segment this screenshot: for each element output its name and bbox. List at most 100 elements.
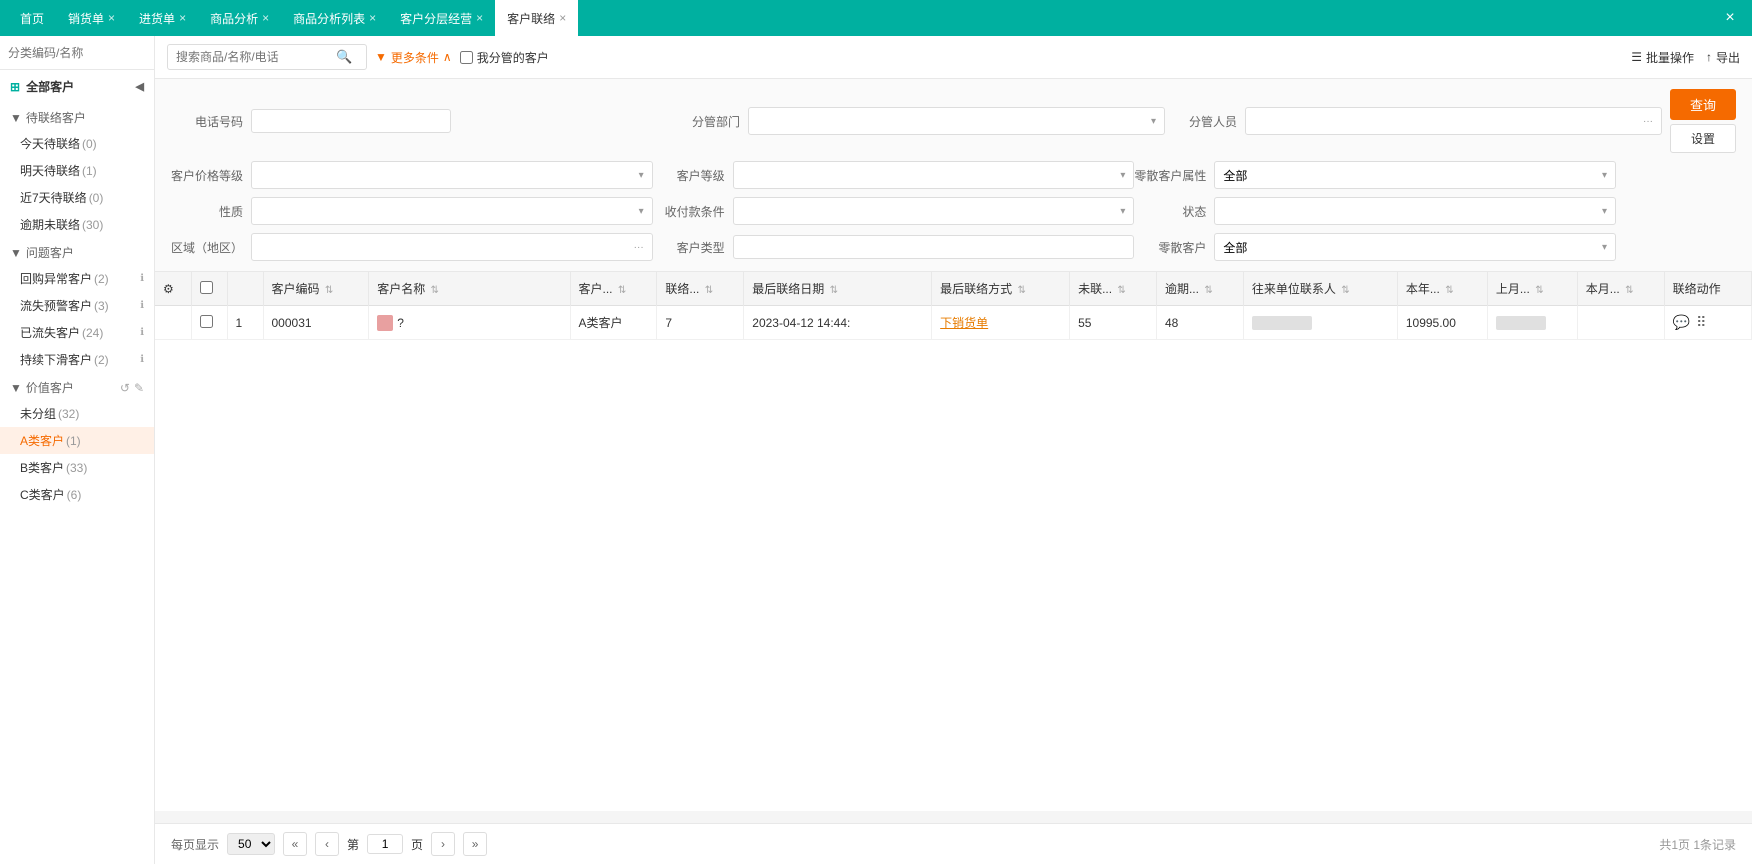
value-customer-group: ▼ 价值客户 ↺ ✎ bbox=[0, 373, 154, 400]
first-page-button[interactable]: « bbox=[283, 832, 307, 856]
filter-cell-phone: 电话号码 bbox=[171, 109, 668, 133]
row-index-cell: 1 bbox=[227, 306, 263, 340]
nav-customer-contact[interactable]: 客户联络 × bbox=[495, 0, 578, 36]
sidebar-item-class-c[interactable]: C类客户 (6) bbox=[0, 481, 154, 508]
nav-purchase[interactable]: 进货单 × bbox=[127, 0, 198, 36]
sidebar-item-tomorrow-pending[interactable]: 明天待联络 (1) bbox=[0, 157, 154, 184]
close-purchase-tab[interactable]: × bbox=[179, 11, 186, 25]
sidebar-item-class-b[interactable]: B类客户 (33) bbox=[0, 454, 154, 481]
filter-cell-customer-type: 客户类型 bbox=[653, 235, 1135, 259]
nav-customer-segment[interactable]: 客户分层经营 × bbox=[388, 0, 495, 36]
query-button[interactable]: 查询 bbox=[1670, 89, 1736, 120]
close-product-analysis-tab[interactable]: × bbox=[262, 11, 269, 25]
sort-lastdate-icon[interactable]: ⇅ bbox=[830, 285, 838, 296]
filter-icon: ▼ bbox=[375, 50, 387, 64]
sort-type-icon[interactable]: ⇅ bbox=[618, 285, 626, 296]
page-number-input[interactable] bbox=[367, 834, 403, 854]
edit-icon[interactable]: ✎ bbox=[134, 381, 144, 395]
col-last-date: 最后联络日期 ⇅ bbox=[744, 272, 932, 306]
close-window-button[interactable]: × bbox=[1716, 4, 1744, 32]
phone-input[interactable] bbox=[251, 109, 451, 133]
page-size-select[interactable]: 50 bbox=[227, 833, 275, 855]
nav-sales[interactable]: 销货单 × bbox=[56, 0, 127, 36]
nav-product-list[interactable]: 商品分析列表 × bbox=[281, 0, 388, 36]
action-chat-icon[interactable]: 💬 bbox=[1673, 314, 1690, 331]
sort-thismonth-icon[interactable]: ⇅ bbox=[1625, 285, 1633, 296]
close-sales-tab[interactable]: × bbox=[108, 11, 115, 25]
my-customers-checkbox-label[interactable]: 我分管的客户 bbox=[460, 49, 549, 66]
sort-unitcontact-icon[interactable]: ⇅ bbox=[1341, 285, 1349, 296]
payment-select[interactable]: ▾ bbox=[733, 197, 1135, 225]
sidebar-item-repurchase-anomaly[interactable]: 回购异常客户 (2) ℹ bbox=[0, 265, 154, 292]
sort-code-icon[interactable]: ⇅ bbox=[325, 285, 333, 296]
row-settings-cell bbox=[155, 306, 191, 340]
select-all-checkbox[interactable] bbox=[200, 281, 213, 294]
sort-nocontact-icon[interactable]: ⇅ bbox=[1117, 285, 1125, 296]
row-lastdate-cell: 2023-04-12 14:44: bbox=[744, 306, 932, 340]
dept-select[interactable]: ▾ bbox=[748, 107, 1165, 135]
toolbar: 🔍 ▼ 更多条件 ∧ 我分管的客户 ☰ 批量操作 ↑ 导出 bbox=[155, 36, 1752, 79]
more-filters-button[interactable]: ▼ 更多条件 ∧ bbox=[375, 49, 452, 66]
settings-button[interactable]: 设置 bbox=[1670, 124, 1736, 153]
close-customer-segment-tab[interactable]: × bbox=[476, 11, 483, 25]
region-label: 区域（地区） bbox=[171, 239, 243, 256]
filter-form: 电话号码 分管部门 ▾ 分管人员 ··· bbox=[155, 79, 1752, 272]
filter-cell-retail-customer: 零散客户 全部 ▾ bbox=[1134, 233, 1616, 261]
prev-page-button[interactable]: ‹ bbox=[315, 832, 339, 856]
my-customers-checkbox[interactable] bbox=[460, 51, 473, 64]
main-search-input[interactable] bbox=[176, 50, 336, 64]
value-group-actions: ↺ ✎ bbox=[120, 381, 144, 395]
sidebar-item-overdue[interactable]: 逾期未联络 (30) bbox=[0, 211, 154, 238]
person-select[interactable]: ··· bbox=[1245, 107, 1662, 135]
sort-contact-icon[interactable]: ⇅ bbox=[705, 285, 713, 296]
batch-operation-button[interactable]: ☰ 批量操作 bbox=[1631, 49, 1694, 66]
sidebar-item-7days-pending[interactable]: 近7天待联络 (0) bbox=[0, 184, 154, 211]
nav-product-analysis[interactable]: 商品分析 × bbox=[198, 0, 281, 36]
region-dots-icon: ··· bbox=[634, 242, 644, 253]
sidebar-item-unclassified[interactable]: 未分组 (32) bbox=[0, 400, 154, 427]
close-product-list-tab[interactable]: × bbox=[369, 11, 376, 25]
sort-thisyear-icon[interactable]: ⇅ bbox=[1445, 285, 1453, 296]
info-icon-2: ℹ bbox=[140, 300, 144, 311]
main-search-box: 🔍 bbox=[167, 44, 367, 70]
row-checkbox[interactable] bbox=[200, 315, 213, 328]
action-more-icon[interactable]: ⠿ bbox=[1696, 314, 1706, 331]
price-level-select[interactable]: ▾ bbox=[251, 161, 653, 189]
refresh-icon[interactable]: ↺ bbox=[120, 381, 130, 395]
status-select[interactable]: ▾ bbox=[1214, 197, 1616, 225]
sidebar-item-today-pending[interactable]: 今天待联络 (0) bbox=[0, 130, 154, 157]
filter-cell-customer-level: 客户等级 ▾ bbox=[653, 161, 1135, 189]
all-customers-header[interactable]: ⊞ 全部客户 ◀ bbox=[0, 70, 154, 103]
table-header-row: ⚙ 客户编码 ⇅ 客户名称 ⇅ bbox=[155, 272, 1752, 306]
export-button[interactable]: ↑ 导出 bbox=[1706, 49, 1740, 66]
horizontal-scrollbar[interactable] bbox=[155, 811, 1752, 823]
row-overdue-cell: 48 bbox=[1156, 306, 1243, 340]
sort-lastmethod-icon[interactable]: ⇅ bbox=[1018, 285, 1026, 296]
region-select[interactable]: ··· bbox=[251, 233, 653, 261]
last-page-button[interactable]: » bbox=[463, 832, 487, 856]
nav-home[interactable]: 首页 bbox=[8, 0, 56, 36]
nature-select[interactable]: ▾ bbox=[251, 197, 653, 225]
retail-customer-select[interactable]: 全部 ▾ bbox=[1214, 233, 1616, 261]
next-page-button[interactable]: › bbox=[431, 832, 455, 856]
sort-lastmonth-icon[interactable]: ⇅ bbox=[1535, 285, 1543, 296]
sidebar-item-declining[interactable]: 持续下滑客户 (2) ℹ bbox=[0, 346, 154, 373]
main-search-icon[interactable]: 🔍 bbox=[336, 49, 352, 65]
row-contact-cell: 7 bbox=[657, 306, 744, 340]
table-settings-icon[interactable]: ⚙ bbox=[163, 282, 174, 296]
retail-attr-select[interactable]: 全部 ▾ bbox=[1214, 161, 1616, 189]
sidebar-item-class-a[interactable]: A类客户 (1) bbox=[0, 427, 154, 454]
customer-type-label: 客户类型 bbox=[653, 239, 725, 256]
customer-type-input[interactable] bbox=[733, 235, 1135, 259]
close-customer-contact-tab[interactable]: × bbox=[559, 11, 566, 25]
sidebar-item-churned[interactable]: 已流失客户 (24) ℹ bbox=[0, 319, 154, 346]
customer-level-select[interactable]: ▾ bbox=[733, 161, 1135, 189]
sort-name-icon[interactable]: ⇅ bbox=[431, 285, 439, 296]
sidebar-item-churn-warning[interactable]: 流失预警客户 (3) ℹ bbox=[0, 292, 154, 319]
dept-label: 分管部门 bbox=[668, 113, 740, 130]
last-method-link[interactable]: 下销货单 bbox=[940, 316, 988, 330]
phone-label: 电话号码 bbox=[171, 113, 243, 130]
collapse-sidebar-icon[interactable]: ◀ bbox=[136, 80, 144, 93]
sidebar-search-input[interactable] bbox=[8, 46, 155, 60]
sort-overdue-icon[interactable]: ⇅ bbox=[1204, 285, 1212, 296]
